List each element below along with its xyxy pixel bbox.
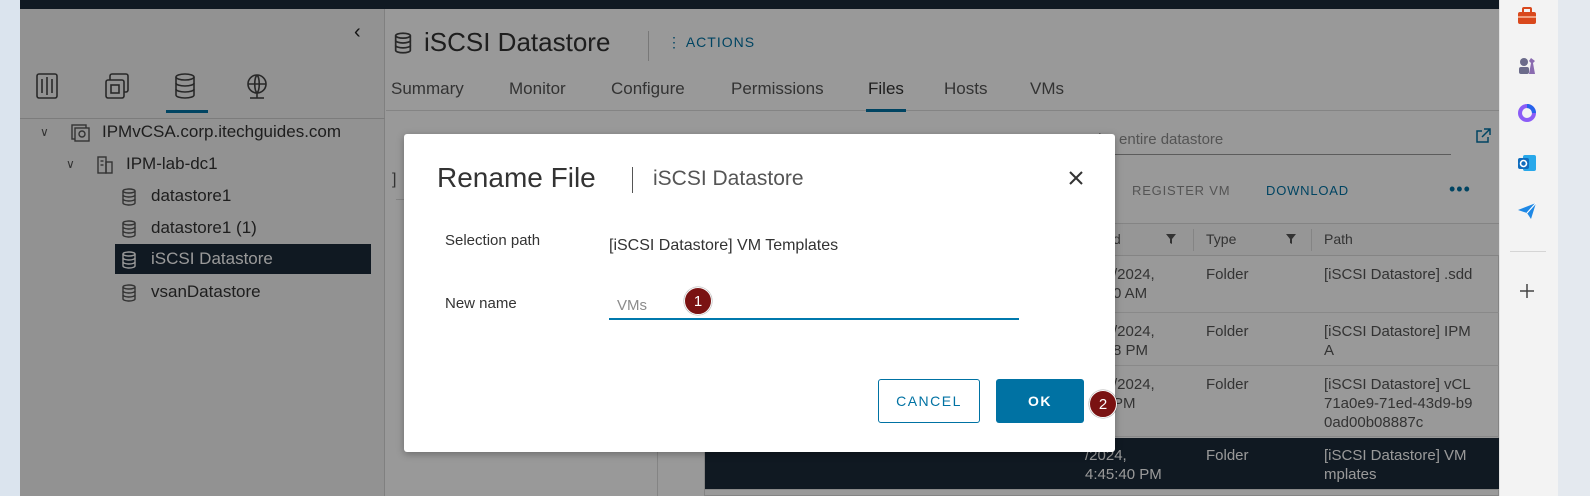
- selection-path-label: Selection path: [445, 232, 541, 249]
- selection-path-value: [iSCSI Datastore] VM Templates: [609, 237, 839, 254]
- close-icon[interactable]: [1064, 166, 1088, 190]
- step-badge: 1: [684, 287, 712, 315]
- chess-icon[interactable]: [1516, 54, 1538, 76]
- divider: [632, 167, 633, 193]
- step-badge: 2: [1089, 390, 1117, 418]
- copilot-icon[interactable]: [1516, 102, 1538, 124]
- outlook-icon[interactable]: [1516, 152, 1538, 174]
- rename-file-dialog: Rename File iSCSI Datastore Selection pa…: [404, 134, 1115, 452]
- window-frame: [0, 0, 20, 496]
- window-edge: [1558, 0, 1590, 496]
- dialog-subtitle: iSCSI Datastore: [653, 167, 804, 190]
- new-name-label: New name: [445, 295, 517, 312]
- ok-button[interactable]: OK: [996, 379, 1084, 423]
- divider: [1510, 251, 1546, 252]
- send-icon[interactable]: [1516, 200, 1538, 222]
- dialog-title: Rename File: [437, 162, 596, 193]
- add-icon[interactable]: [1516, 280, 1538, 302]
- new-name-input[interactable]: [609, 292, 1019, 320]
- browser-sidebar: [1499, 0, 1590, 496]
- toolbox-icon[interactable]: [1516, 5, 1538, 27]
- cancel-button[interactable]: CANCEL: [878, 379, 980, 423]
